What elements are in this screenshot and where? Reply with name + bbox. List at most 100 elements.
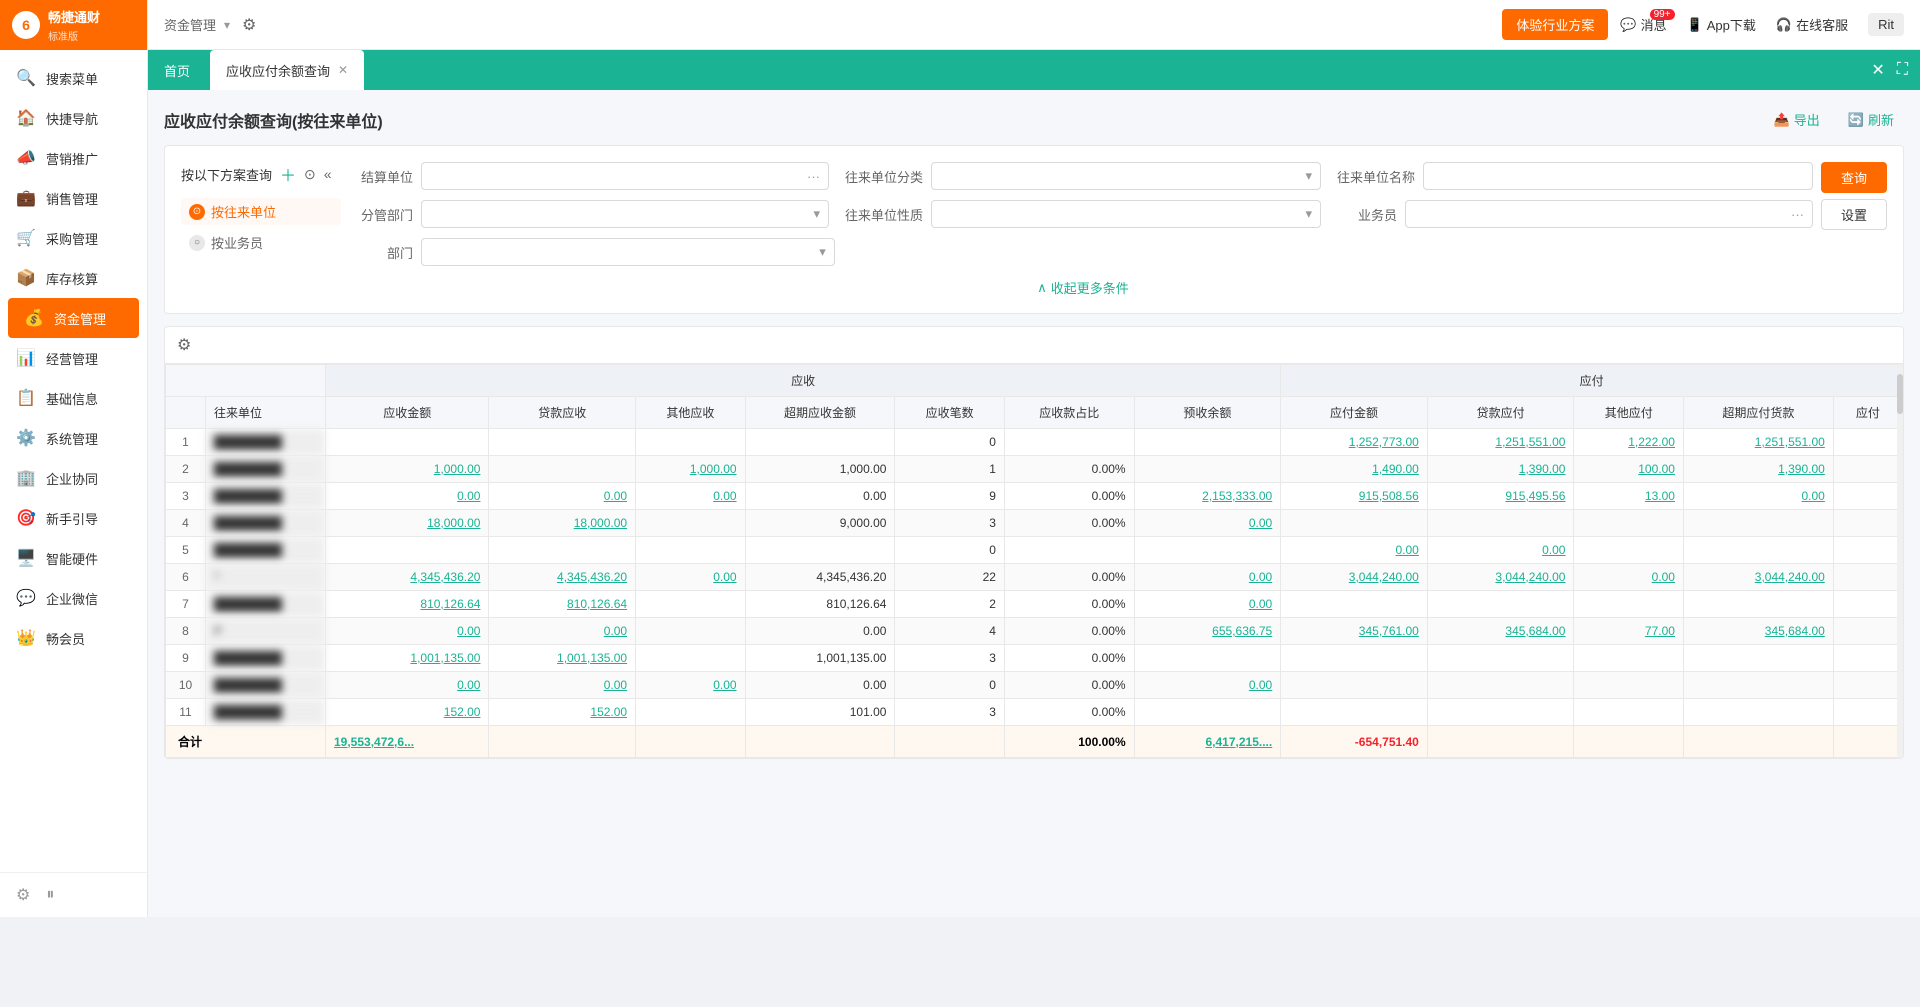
user-avatar-area[interactable]: Rit — [1868, 13, 1904, 36]
sidebar-item-sales[interactable]: 💼 销售管理 — [0, 178, 147, 218]
scrollbar-thumb[interactable] — [1897, 374, 1903, 414]
table-cell[interactable]: 1,390.00 — [1427, 456, 1574, 483]
vertical-scrollbar[interactable] — [1897, 364, 1903, 758]
table-cell[interactable]: 0.00 — [636, 483, 745, 510]
table-cell[interactable]: 13.00 — [1574, 483, 1683, 510]
table-cell[interactable]: 0.00 — [326, 483, 489, 510]
table-cell[interactable]: 100.00 — [1574, 456, 1683, 483]
sidebar-item-base-info[interactable]: 📋 基础信息 — [0, 378, 147, 418]
scheme-item-by-partner[interactable]: ⊙ 按往来单位 — [181, 198, 341, 225]
tab-bar-close-icon[interactable]: ✕ — [1871, 60, 1884, 80]
sidebar-collapse-btn[interactable]: ⏸ — [46, 886, 54, 904]
table-cell[interactable]: 1,390.00 — [1683, 456, 1833, 483]
sidebar-item-search-menu[interactable]: 🔍 搜索菜单 — [0, 58, 147, 98]
table-cell[interactable]: 1,251,551.00 — [1683, 429, 1833, 456]
settings-button[interactable]: 设置 — [1821, 199, 1887, 230]
sidebar-item-enterprise[interactable]: 🏢 企业协同 — [0, 458, 147, 498]
table-cell[interactable]: 18,000.00 — [326, 510, 489, 537]
table-cell[interactable]: 1,252,773.00 — [1281, 429, 1428, 456]
tab-bar-fullscreen-icon[interactable]: ⛶ — [1897, 61, 1908, 79]
table-cell[interactable]: 655,636.75 — [1134, 618, 1281, 645]
settlement-unit-input[interactable]: ··· — [421, 162, 829, 190]
table-cell[interactable]: 0.00 — [1134, 591, 1281, 618]
partner-name-input[interactable] — [1423, 162, 1813, 190]
tfoot-ar-amount[interactable]: 19,553,472,6... — [326, 726, 489, 758]
sidebar-item-hardware[interactable]: 🖥️ 智能硬件 — [0, 538, 147, 578]
sidebar-item-system[interactable]: ⚙️ 系统管理 — [0, 418, 147, 458]
table-cell[interactable]: 3,044,240.00 — [1427, 564, 1574, 591]
sidebar-settings-btn[interactable]: ⚙ — [16, 885, 30, 905]
dept-manager-select[interactable]: ▾ — [421, 200, 829, 228]
table-cell[interactable]: 1,251,551.00 — [1427, 429, 1574, 456]
header-gear-icon[interactable]: ⚙ — [242, 15, 256, 35]
sidebar-item-purchase[interactable]: 🛒 采购管理 — [0, 218, 147, 258]
salesman-input[interactable]: ··· — [1405, 200, 1813, 228]
refresh-button[interactable]: 🔄 刷新 — [1838, 106, 1904, 133]
table-cell[interactable]: 0.00 — [1683, 483, 1833, 510]
query-button[interactable]: 查询 — [1821, 162, 1887, 193]
table-cell[interactable]: 152.00 — [489, 699, 636, 726]
table-cell[interactable]: 0.00 — [1134, 510, 1281, 537]
sidebar-item-operation[interactable]: 📊 经营管理 — [0, 338, 147, 378]
table-cell[interactable]: 0.00 — [489, 483, 636, 510]
sidebar-item-quick-nav[interactable]: 🏠 快捷导航 — [0, 98, 147, 138]
table-cell[interactable]: 0.00 — [1281, 537, 1428, 564]
table-cell[interactable]: 0.00 — [489, 618, 636, 645]
collapse-more-button[interactable]: ∧ 收起更多条件 — [1037, 278, 1129, 297]
promo-button[interactable]: 体验行业方案 — [1502, 9, 1608, 40]
table-cell[interactable]: 1,000.00 — [326, 456, 489, 483]
table-cell[interactable]: 0.00 — [489, 672, 636, 699]
table-cell[interactable]: 77.00 — [1574, 618, 1683, 645]
table-cell[interactable]: 0.00 — [636, 672, 745, 699]
table-scroll-area[interactable]: 应收 应付 往来单位 应收金额 贷款应收 其他应收 超期应收金额 应收笔数 应收… — [165, 364, 1903, 758]
scheme-item-by-salesman[interactable]: ○ 按业务员 — [181, 229, 341, 256]
tab-home[interactable]: 首页 — [148, 50, 206, 90]
app-download-btn[interactable]: 📱 App下载 — [1687, 15, 1756, 34]
table-cell[interactable]: 1,001,135.00 — [326, 645, 489, 672]
table-cell[interactable]: 0.00 — [1574, 564, 1683, 591]
table-cell[interactable]: 3,044,240.00 — [1683, 564, 1833, 591]
sidebar-item-marketing[interactable]: 📣 营销推广 — [0, 138, 147, 178]
table-settings-icon[interactable]: ⚙ — [177, 335, 191, 355]
sidebar-item-wechat[interactable]: 💬 企业微信 — [0, 578, 147, 618]
dept-select[interactable]: ▾ — [421, 238, 835, 266]
table-cell[interactable]: 1,222.00 — [1574, 429, 1683, 456]
table-cell[interactable]: 345,761.00 — [1281, 618, 1428, 645]
table-cell[interactable]: 345,684.00 — [1683, 618, 1833, 645]
table-cell[interactable]: 810,126.64 — [326, 591, 489, 618]
messages-btn[interactable]: 💬 消息 99+ — [1620, 15, 1666, 34]
table-cell[interactable]: 4,345,436.20 — [489, 564, 636, 591]
table-cell[interactable]: 0.00 — [1134, 564, 1281, 591]
table-cell[interactable]: 1,001,135.00 — [489, 645, 636, 672]
sidebar-item-guide[interactable]: 🎯 新手引导 — [0, 498, 147, 538]
filter-add-icon[interactable]: ＋ — [280, 162, 296, 186]
table-cell[interactable]: 152.00 — [326, 699, 489, 726]
table-cell[interactable]: 1,000.00 — [636, 456, 745, 483]
tfoot-prepay-balance[interactable]: 6,417,215.... — [1134, 726, 1281, 758]
table-cell[interactable]: 18,000.00 — [489, 510, 636, 537]
table-cell[interactable]: 810,126.64 — [489, 591, 636, 618]
table-cell[interactable]: 0.00 — [326, 618, 489, 645]
export-button[interactable]: 📤 导出 — [1764, 106, 1830, 133]
tab-close-icon[interactable]: ✕ — [338, 63, 348, 77]
filter-scheme-settings-icon[interactable]: ⊙ — [304, 166, 316, 183]
table-cell[interactable]: 915,508.56 — [1281, 483, 1428, 510]
table-cell[interactable]: 0.00 — [1427, 537, 1574, 564]
partner-nature-select[interactable]: ▾ — [931, 200, 1321, 228]
table-cell[interactable]: 915,495.56 — [1427, 483, 1574, 510]
table-cell[interactable]: 0.00 — [636, 564, 745, 591]
table-cell[interactable]: 2,153,333.00 — [1134, 483, 1281, 510]
tab-ar-ap-query[interactable]: 应收应付余额查询 ✕ — [210, 50, 364, 90]
table-cell[interactable]: 0.00 — [326, 672, 489, 699]
table-cell[interactable]: 345,684.00 — [1427, 618, 1574, 645]
table-cell[interactable]: 4,345,436.20 — [326, 564, 489, 591]
sidebar-item-member[interactable]: 👑 畅会员 — [0, 618, 147, 658]
sidebar-item-funds[interactable]: 💰 资金管理 — [8, 298, 139, 338]
partner-category-select[interactable]: ▾ — [931, 162, 1321, 190]
online-service-btn[interactable]: 🎧 在线客服 — [1776, 15, 1848, 34]
sidebar-item-inventory[interactable]: 📦 库存核算 — [0, 258, 147, 298]
filter-scheme-collapse-icon[interactable]: « — [324, 166, 332, 182]
table-cell[interactable]: 1,490.00 — [1281, 456, 1428, 483]
table-cell[interactable]: 3,044,240.00 — [1281, 564, 1428, 591]
table-cell[interactable]: 0.00 — [1134, 672, 1281, 699]
